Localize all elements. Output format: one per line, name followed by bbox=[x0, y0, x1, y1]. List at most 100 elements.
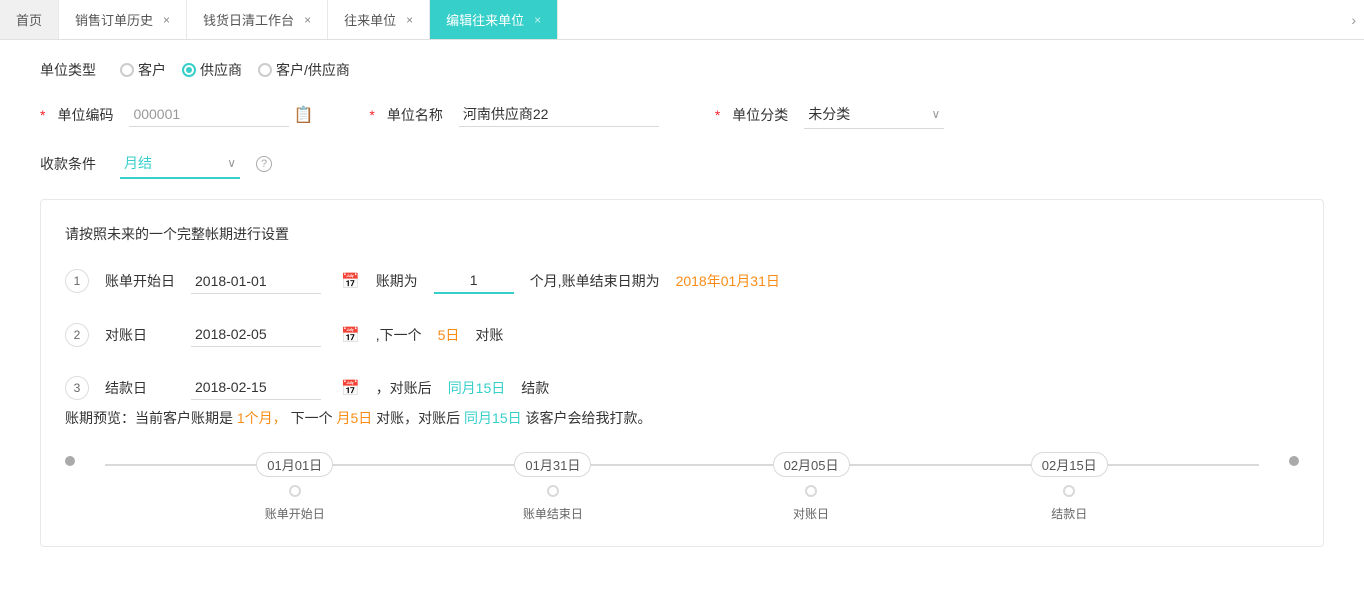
tab-cash-work-close[interactable]: × bbox=[304, 13, 311, 27]
tab-sales-history[interactable]: 销售订单历史 × bbox=[59, 0, 187, 39]
step-1-row: 1 账单开始日 📅 账期为 个月,账单结束日期为 2018年01月31日 bbox=[65, 268, 1299, 294]
tab-edit-partner[interactable]: 编辑往来单位 × bbox=[430, 0, 558, 39]
step-1-suffix-post: 个月,账单结束日期为 bbox=[530, 271, 660, 291]
unit-type-label: 单位类型 bbox=[40, 60, 96, 80]
code-label: 单位编码 bbox=[57, 105, 113, 125]
timeline-dot-3 bbox=[805, 485, 817, 497]
step-3-row: 3 结款日 📅 ，对账后 同月15日 结款 bbox=[65, 375, 1299, 400]
payment-help-icon[interactable]: ? bbox=[256, 156, 272, 172]
payment-select[interactable]: 月结 ∨ bbox=[120, 149, 240, 179]
timeline-label-2: 账单结束日 bbox=[523, 505, 583, 522]
radio-supplier-label: 供应商 bbox=[200, 60, 242, 80]
tab-partners[interactable]: 往来单位 × bbox=[328, 0, 430, 39]
timeline-point-4: 02月15日 结款日 bbox=[1031, 452, 1108, 522]
step-2-num: 2 bbox=[65, 323, 89, 347]
unit-type-radio-group: 客户 供应商 客户/供应商 bbox=[120, 60, 350, 80]
step-3-date[interactable] bbox=[191, 375, 321, 400]
code-input[interactable] bbox=[129, 102, 289, 127]
tab-sales-history-label: 销售订单历史 bbox=[75, 10, 153, 29]
radio-customer-label: 客户 bbox=[138, 60, 166, 80]
preview-mid: 下一个 bbox=[291, 410, 333, 426]
main-content: 单位类型 客户 供应商 客户/供应商 * 单位编码 📋 bbox=[0, 40, 1364, 608]
step-1-num: 1 bbox=[65, 269, 89, 293]
timeline-label-4: 结款日 bbox=[1051, 505, 1087, 522]
step-1-date[interactable] bbox=[191, 269, 321, 294]
timeline-point-2: 01月31日 账单结束日 bbox=[514, 452, 591, 522]
tab-home-label: 首页 bbox=[16, 10, 42, 29]
step-3-suffix-pre: ，对账后 bbox=[376, 378, 432, 398]
payment-label: 收款条件 bbox=[40, 154, 96, 174]
tab-home[interactable]: 首页 bbox=[0, 0, 59, 39]
code-field-group: * 单位编码 📋 bbox=[40, 102, 313, 127]
timeline-dot-4 bbox=[1063, 485, 1075, 497]
radio-supplier[interactable]: 供应商 bbox=[182, 60, 242, 80]
step-2-label: 对账日 bbox=[105, 325, 175, 345]
tab-edit-partner-close[interactable]: × bbox=[534, 13, 541, 27]
timeline-badge-4: 02月15日 bbox=[1031, 452, 1108, 477]
radio-customer[interactable]: 客户 bbox=[120, 60, 166, 80]
timeline-dot-1 bbox=[289, 485, 301, 497]
step-2-date[interactable] bbox=[191, 322, 321, 347]
timeline-cap-left-dot bbox=[65, 456, 75, 466]
step-2-suffix-pre: ,下一个 bbox=[376, 325, 422, 345]
step-3-calendar-icon[interactable]: 📅 bbox=[341, 379, 360, 397]
code-copy-icon[interactable]: 📋 bbox=[293, 105, 313, 125]
radio-both-circle bbox=[258, 63, 272, 77]
timeline-right-cap bbox=[1289, 452, 1299, 466]
timeline-point-3: 02月05日 对账日 bbox=[773, 452, 850, 522]
code-input-wrap: 📋 bbox=[129, 102, 313, 127]
timeline: 01月01日 账单开始日 01月31日 账单结束日 02月05日 对账日 bbox=[65, 452, 1299, 522]
category-field-group: * 单位分类 未分类 ∨ bbox=[715, 100, 944, 129]
preview-text: 账期预览：当前客户账期是 1个月， 下一个 月5日 对账，对账后 同月15日 该… bbox=[65, 408, 1299, 428]
timeline-badge-3: 02月05日 bbox=[773, 452, 850, 477]
timeline-badge-2: 01月31日 bbox=[514, 452, 591, 477]
radio-customer-circle bbox=[120, 63, 134, 77]
code-name-category-row: * 单位编码 📋 * 单位名称 * 单位分类 未分类 ∨ bbox=[40, 100, 1324, 129]
radio-both[interactable]: 客户/供应商 bbox=[258, 60, 350, 80]
step-3-suffix-post: 结款 bbox=[521, 378, 549, 398]
timeline-points: 01月01日 账单开始日 01月31日 账单结束日 02月05日 对账日 bbox=[65, 452, 1299, 522]
unit-type-row: 单位类型 客户 供应商 客户/供应商 bbox=[40, 60, 1324, 80]
help-icon-text: ? bbox=[261, 158, 267, 170]
tab-nav-right[interactable]: › bbox=[1351, 0, 1364, 39]
step-1-calendar-icon[interactable]: 📅 bbox=[341, 272, 360, 290]
step-2-calendar-icon[interactable]: 📅 bbox=[341, 326, 360, 344]
payment-value: 月结 bbox=[124, 153, 223, 173]
category-label: 单位分类 bbox=[732, 105, 788, 125]
timeline-cap-right-dot bbox=[1289, 456, 1299, 466]
timeline-dot-2 bbox=[547, 485, 559, 497]
card-instruction: 请按照未来的一个完整帐期进行设置 bbox=[65, 224, 1299, 244]
tab-partners-label: 往来单位 bbox=[344, 10, 396, 29]
preview-payment: 同月15日 bbox=[464, 410, 522, 426]
name-field-group: * 单位名称 bbox=[369, 102, 658, 127]
preview-reconcile: 月5日 bbox=[336, 410, 372, 426]
category-required-star: * bbox=[715, 107, 720, 123]
timeline-point-1: 01月01日 账单开始日 bbox=[256, 452, 333, 522]
step-1-suffix-pre: 账期为 bbox=[376, 271, 418, 291]
step-3-label: 结款日 bbox=[105, 378, 175, 398]
category-value: 未分类 bbox=[808, 104, 927, 124]
preview-prefix: 账期预览：当前客户账期是 bbox=[65, 410, 233, 426]
tab-nav-icon: › bbox=[1351, 12, 1356, 28]
timeline-label-1: 账单开始日 bbox=[265, 505, 325, 522]
tab-partners-close[interactable]: × bbox=[406, 13, 413, 27]
step-1-end-date: 2018年01月31日 bbox=[676, 271, 780, 291]
radio-both-label: 客户/供应商 bbox=[276, 60, 350, 80]
name-input[interactable] bbox=[459, 102, 659, 127]
timeline-badge-1: 01月01日 bbox=[256, 452, 333, 477]
step-1-period-input[interactable] bbox=[434, 268, 514, 294]
step-1-label: 账单开始日 bbox=[105, 271, 175, 291]
name-label: 单位名称 bbox=[387, 105, 443, 125]
step-2-suffix-post: 对账 bbox=[475, 325, 503, 345]
radio-supplier-circle bbox=[182, 63, 196, 77]
tab-cash-work[interactable]: 钱货日清工作台 × bbox=[187, 0, 328, 39]
timeline-label-3: 对账日 bbox=[793, 505, 829, 522]
tab-sales-history-close[interactable]: × bbox=[163, 13, 170, 27]
timeline-left-cap bbox=[65, 452, 75, 466]
tab-edit-partner-label: 编辑往来单位 bbox=[446, 10, 524, 29]
preview-period: 1个月， bbox=[237, 410, 287, 426]
billing-cycle-card: 请按照未来的一个完整帐期进行设置 1 账单开始日 📅 账期为 个月,账单结束日期… bbox=[40, 199, 1324, 547]
payment-arrow-icon: ∨ bbox=[227, 156, 236, 170]
step-2-row: 2 对账日 📅 ,下一个 5日 对账 bbox=[65, 322, 1299, 347]
category-select[interactable]: 未分类 ∨ bbox=[804, 100, 944, 129]
